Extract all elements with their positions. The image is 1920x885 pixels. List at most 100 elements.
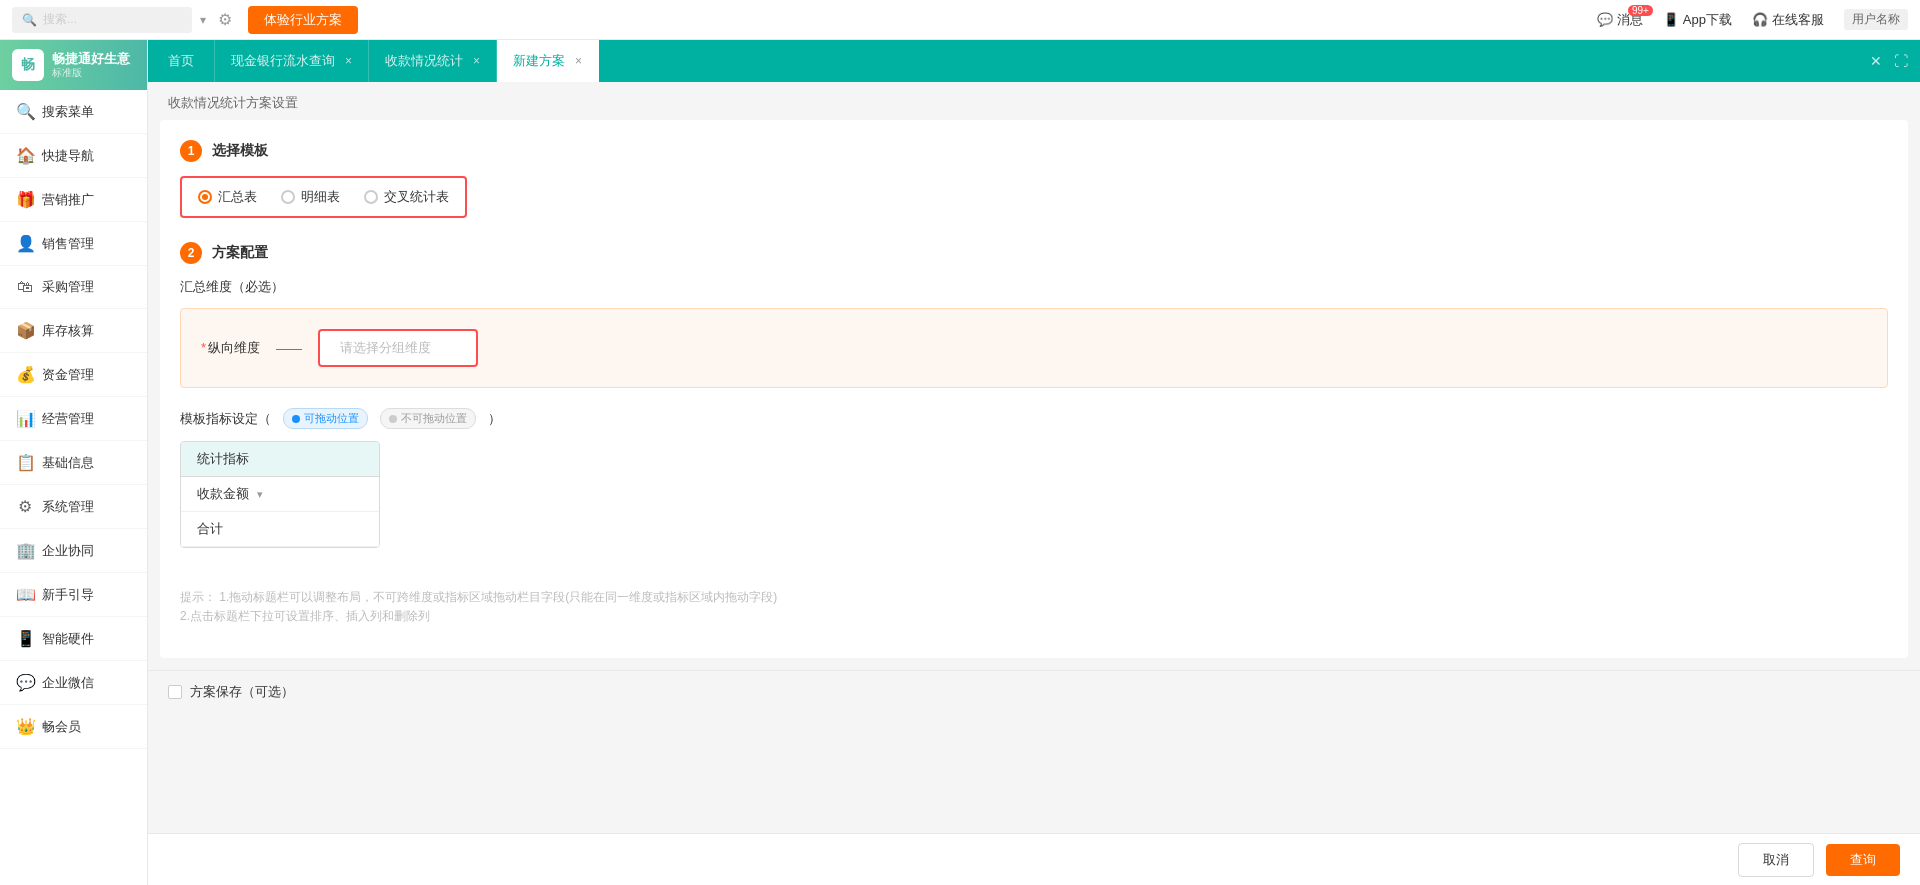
draggable-label: 可拖动位置 <box>304 411 359 426</box>
sales-icon: 👤 <box>16 234 34 253</box>
trial-button[interactable]: 体验行业方案 <box>248 6 358 34</box>
sidebar-item-member-label: 畅会员 <box>42 718 81 736</box>
metrics-config-prefix: 模板指标设定（ <box>180 410 271 428</box>
tab-new-plan-close[interactable]: × <box>575 54 582 68</box>
sidebar-item-quick-nav-label: 快捷导航 <box>42 147 94 165</box>
no-drag-dot <box>389 415 397 423</box>
member-icon: 👑 <box>16 717 34 736</box>
system-icon: ⚙ <box>16 497 34 516</box>
metrics-amount-label: 收款金额 <box>197 485 249 503</box>
breadcrumb: 收款情况统计方案设置 <box>148 82 1920 120</box>
sidebar-item-basic-info[interactable]: 📋 基础信息 <box>0 441 147 485</box>
logo-icon: 畅 <box>12 49 44 81</box>
tab-bar-right: ✕ ⛶ <box>1866 49 1920 73</box>
sidebar-item-purchase-label: 采购管理 <box>42 278 94 296</box>
tab-home[interactable]: 首页 <box>148 40 215 82</box>
metrics-row-amount[interactable]: 收款金额 ▾ <box>181 477 379 512</box>
tab-home-label: 首页 <box>168 52 194 70</box>
sidebar-item-search-menu[interactable]: 🔍 搜索菜单 <box>0 90 147 134</box>
sidebar-item-inventory[interactable]: 📦 库存核算 <box>0 309 147 353</box>
online-support-label: 在线客服 <box>1772 11 1824 29</box>
tab-new-plan[interactable]: 新建方案 × <box>497 40 599 82</box>
sidebar-item-system-label: 系统管理 <box>42 498 94 516</box>
sidebar-item-wechat-label: 企业微信 <box>42 674 94 692</box>
quick-nav-icon: 🏠 <box>16 146 34 165</box>
sidebar-item-hardware-label: 智能硬件 <box>42 630 94 648</box>
tab-collection-stats[interactable]: 收款情况统计 × <box>369 40 497 82</box>
save-option-label: 方案保存（可选） <box>190 683 294 701</box>
summary-dimension-section: 汇总维度（必选） *纵向维度 —— 请选择分组维度 <box>180 278 1888 552</box>
messages-item[interactable]: 💬 消息 99+ <box>1597 11 1643 29</box>
sidebar-item-corp[interactable]: 🏢 企业协同 <box>0 529 147 573</box>
step2-header: 2 方案配置 <box>180 242 1888 264</box>
step2-badge: 2 <box>180 242 202 264</box>
sidebar-item-system[interactable]: ⚙ 系统管理 <box>0 485 147 529</box>
sidebar-item-guide[interactable]: 📖 新手引导 <box>0 573 147 617</box>
operations-icon: 📊 <box>16 409 34 428</box>
radio-summary-label: 汇总表 <box>218 188 257 206</box>
search-bar[interactable]: 🔍 搜索... <box>12 7 192 33</box>
online-support-icon: 🎧 <box>1752 12 1768 27</box>
radio-summary-circle <box>198 190 212 204</box>
online-support-item[interactable]: 🎧 在线客服 <box>1752 11 1824 29</box>
sidebar-item-member[interactable]: 👑 畅会员 <box>0 705 147 749</box>
radio-detail-circle <box>281 190 295 204</box>
sidebar-item-finance[interactable]: 💰 资金管理 <box>0 353 147 397</box>
logo-main-text: 畅捷通好生意 <box>52 51 130 67</box>
marketing-icon: 🎁 <box>16 190 34 209</box>
metrics-config-header: 模板指标设定（ 可拖动位置 不可拖动位置 ） <box>180 408 1888 429</box>
tab-maximize-btn[interactable]: ⛶ <box>1890 49 1912 73</box>
cancel-button[interactable]: 取消 <box>1738 843 1814 877</box>
tab-bank-flow-label: 现金银行流水查询 <box>231 52 335 70</box>
user-info[interactable]: 用户名称 <box>1844 9 1908 30</box>
sidebar-item-sales[interactable]: 👤 销售管理 <box>0 222 147 266</box>
summary-dimension-label: 汇总维度（必选） <box>180 278 1888 296</box>
basic-info-icon: 📋 <box>16 453 34 472</box>
radio-detail[interactable]: 明细表 <box>281 188 340 206</box>
query-button[interactable]: 查询 <box>1826 844 1900 876</box>
sidebar-item-purchase[interactable]: 🛍 采购管理 <box>0 266 147 309</box>
dimension-required-star: *纵向维度 <box>201 339 260 357</box>
step1-badge: 1 <box>180 140 202 162</box>
metrics-table: 统计指标 收款金额 ▾ 合计 <box>180 441 380 548</box>
sidebar-item-quick-nav[interactable]: 🏠 快捷导航 <box>0 134 147 178</box>
sidebar: 畅 畅捷通好生意 标准版 🔍 搜索菜单 🏠 快捷导航 🎁 营销推广 👤 销售管理… <box>0 40 148 885</box>
sidebar-item-operations[interactable]: 📊 经营管理 <box>0 397 147 441</box>
app-download-label: App下载 <box>1683 11 1732 29</box>
user-name: 用户名称 <box>1852 12 1900 26</box>
tips-text-1: 提示： 1.拖动标题栏可以调整布局，不可跨维度或指标区域拖动栏目字段(只能在同一… <box>180 588 1888 607</box>
inventory-icon: 📦 <box>16 321 34 340</box>
tab-bank-flow-close[interactable]: × <box>345 54 352 68</box>
step2-title: 方案配置 <box>212 244 268 262</box>
header-right: 💬 消息 99+ 📱 App下载 🎧 在线客服 用户名称 <box>1597 9 1908 30</box>
dimension-select-button[interactable]: 请选择分组维度 <box>318 329 478 367</box>
metrics-dropdown-arrow[interactable]: ▾ <box>257 488 263 501</box>
radio-summary[interactable]: 汇总表 <box>198 188 257 206</box>
tab-collection-stats-close[interactable]: × <box>473 54 480 68</box>
dimension-arrow: —— <box>276 341 302 356</box>
tab-close-btn[interactable]: ✕ <box>1866 49 1886 73</box>
content-area: 首页 现金银行流水查询 × 收款情况统计 × 新建方案 × ✕ ⛶ 收款情况统计… <box>148 40 1920 885</box>
metrics-row-subtotal: 合计 <box>181 512 379 547</box>
sidebar-item-basic-info-label: 基础信息 <box>42 454 94 472</box>
radio-cross[interactable]: 交叉统计表 <box>364 188 449 206</box>
search-dropdown-arrow[interactable]: ▾ <box>200 13 206 27</box>
tab-bank-flow[interactable]: 现金银行流水查询 × <box>215 40 369 82</box>
sidebar-item-wechat[interactable]: 💬 企业微信 <box>0 661 147 705</box>
vertical-dimension-label: 纵向维度 <box>208 340 260 355</box>
sidebar-item-marketing[interactable]: 🎁 营销推广 <box>0 178 147 222</box>
search-bar-text: 搜索... <box>43 11 77 28</box>
guide-icon: 📖 <box>16 585 34 604</box>
wechat-icon: 💬 <box>16 673 34 692</box>
save-checkbox[interactable] <box>168 685 182 699</box>
dimension-select-placeholder: 请选择分组维度 <box>340 340 431 355</box>
app-download-item[interactable]: 📱 App下载 <box>1663 11 1732 29</box>
sidebar-item-hardware[interactable]: 📱 智能硬件 <box>0 617 147 661</box>
sidebar-item-sales-label: 销售管理 <box>42 235 94 253</box>
top-header: 🔍 搜索... ▾ ⚙ 体验行业方案 💬 消息 99+ 📱 App下载 🎧 在线… <box>0 0 1920 40</box>
settings-icon[interactable]: ⚙ <box>218 10 232 29</box>
metrics-section-label: 统计指标 <box>197 451 249 466</box>
tips-text-2: 2.点击标题栏下拉可设置排序、插入列和删除列 <box>180 607 1888 626</box>
search-menu-icon: 🔍 <box>16 102 34 121</box>
sidebar-item-marketing-label: 营销推广 <box>42 191 94 209</box>
